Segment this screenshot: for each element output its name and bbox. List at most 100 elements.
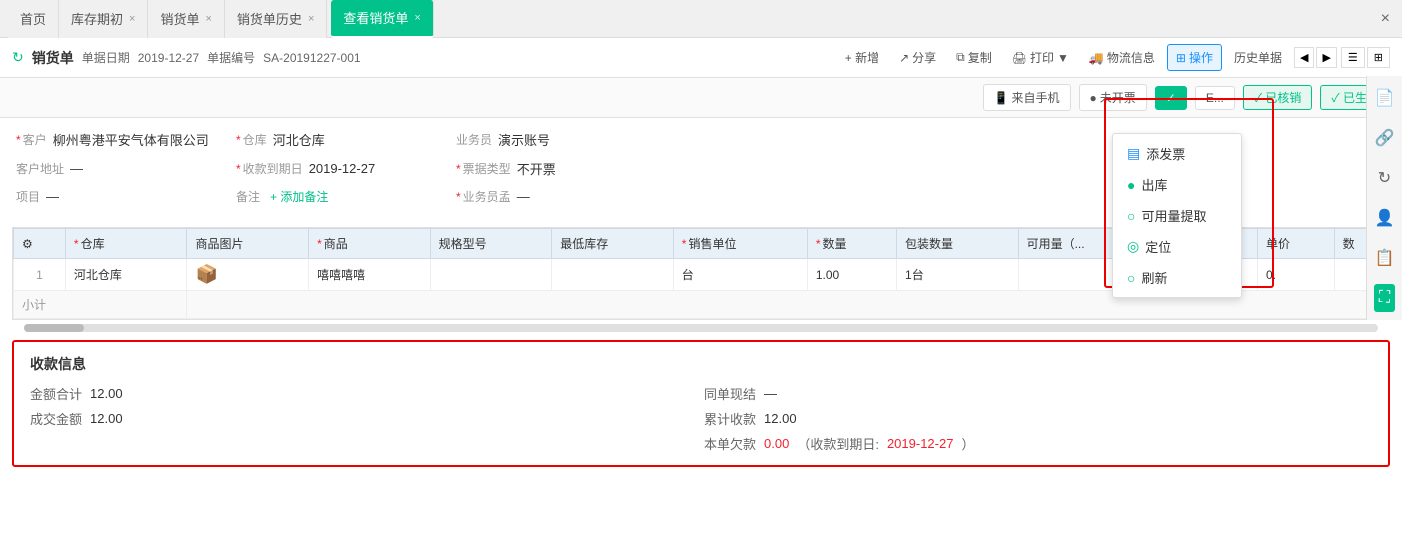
sidebar-user-icon[interactable]: 👤 xyxy=(1371,204,1399,232)
print-button[interactable]: 🖨 打印 ▼ xyxy=(1004,45,1077,70)
grid-icon: ⊞ xyxy=(1176,51,1186,65)
operate-button[interactable]: ⊞ 操作 xyxy=(1167,44,1222,71)
print-dropdown-icon: ▼ xyxy=(1057,51,1069,65)
ticket-type-field: 票据类型 不开票 xyxy=(456,159,656,178)
from-mobile-btn[interactable]: 📱 来自手机 xyxy=(983,84,1071,111)
menu-item-add-invoice[interactable]: ▤ 添发票 xyxy=(1113,138,1241,169)
row-price: 0. xyxy=(1257,259,1334,291)
dropdown-menu: ▤ 添发票 ● 出库 ○ 可用量提取 ◎ 定位 ○ 刷新 xyxy=(1112,133,1242,298)
total-receipt-value: 12.00 xyxy=(764,411,797,426)
amount-label: 金额合计 xyxy=(30,384,82,403)
next-arrow[interactable]: ▶ xyxy=(1316,47,1336,68)
address-value: — xyxy=(70,161,83,176)
right-sidebar: 📄 🔗 ↻ 👤 📋 ⛶ xyxy=(1366,76,1402,320)
sidebar-doc-icon[interactable]: 📄 xyxy=(1371,84,1399,112)
copy-icon: ⧉ xyxy=(956,50,965,65)
payment-right: 同单现结 — 累计收款 12.00 本单欠款 0.00 （收款到期日: 2019… xyxy=(704,384,1372,453)
share-button[interactable]: ↗ 分享 xyxy=(891,45,944,70)
effective-check-icon: ✓ xyxy=(1331,91,1339,105)
row-image: 📦 xyxy=(187,259,309,291)
cancelled-btn[interactable]: ✓ 已核销 xyxy=(1243,85,1313,110)
same-bill-label: 同单现结 xyxy=(704,384,756,403)
invoice-icon: ▤ xyxy=(1127,145,1140,162)
new-button[interactable]: + 新增 xyxy=(837,45,887,70)
copy-button[interactable]: ⧉ 复制 xyxy=(948,45,1000,70)
add-invoice-label: 添发票 xyxy=(1146,144,1185,163)
tab-home[interactable]: 首页 xyxy=(8,0,59,38)
row-qty: 1.00 xyxy=(807,259,896,291)
content-area: ↻ 销货单 单据日期 2019-12-27 单据编号 SA-20191227-0… xyxy=(0,38,1402,533)
staff-label: 业务员 xyxy=(456,131,492,148)
menu-item-locate[interactable]: ◎ 定位 xyxy=(1113,231,1241,262)
not-open-btn[interactable]: ● 未开票 xyxy=(1079,84,1147,111)
same-bill-value: — xyxy=(764,386,777,401)
tab-sales[interactable]: 销货单 × xyxy=(148,0,224,38)
doc-info: ↻ 销货单 单据日期 2019-12-27 单据编号 SA-20191227-0… xyxy=(12,48,833,68)
nav-arrows: ◀ ▶ xyxy=(1294,47,1337,68)
locate-label: 定位 xyxy=(1145,237,1171,256)
staff-field: 业务员 演示账号 xyxy=(456,130,656,149)
view-buttons: ☰ ⊞ xyxy=(1341,47,1390,68)
deal-amount-row: 成交金额 12.00 xyxy=(30,409,698,428)
warehouse-label: 仓库 xyxy=(236,131,267,148)
list-view-btn[interactable]: ☰ xyxy=(1341,47,1365,68)
menu-item-refresh[interactable]: ○ 刷新 xyxy=(1113,262,1241,293)
doc-date-label: 单据日期 xyxy=(82,49,130,66)
doc-date-value: 2019-12-27 xyxy=(138,51,199,65)
sidebar-expand-icon[interactable]: ⛶ xyxy=(1374,284,1395,312)
customer-value: 柳州粤港平安气体有限公司 xyxy=(53,130,209,149)
out-stock-icon: ● xyxy=(1127,177,1135,193)
col-min-stock: 最低库存 xyxy=(552,229,674,259)
close-window-icon[interactable]: × xyxy=(1381,10,1390,28)
available-label: 可用量提取 xyxy=(1141,206,1206,225)
row-warehouse: 河北仓库 xyxy=(65,259,187,291)
logistics-button[interactable]: 🚚 物流信息 xyxy=(1081,45,1163,70)
tab-bar: 首页 库存期初 × 销货单 × 销货单历史 × 查看销货单 × × xyxy=(0,0,1402,38)
row-unit: 台 xyxy=(673,259,807,291)
prev-arrow[interactable]: ◀ xyxy=(1294,47,1314,68)
remark-label: 备注 xyxy=(236,188,260,205)
salesperson-field: 业务员孟 — xyxy=(456,188,656,205)
main-toolbar: ↻ 销货单 单据日期 2019-12-27 单据编号 SA-20191227-0… xyxy=(0,38,1402,78)
due-close: ） xyxy=(961,434,974,453)
mobile-icon: 📱 xyxy=(994,91,1009,105)
sidebar-clipboard-icon[interactable]: 📋 xyxy=(1371,244,1399,272)
locate-icon: ◎ xyxy=(1127,238,1139,255)
tab-view-sales[interactable]: 查看销货单 × xyxy=(331,0,433,38)
close-tab-inventory[interactable]: × xyxy=(129,13,135,25)
deal-amount-label: 成交金额 xyxy=(30,409,82,428)
amount-value: 12.00 xyxy=(90,386,123,401)
truck-icon: 🚚 xyxy=(1089,51,1104,65)
sidebar-refresh-icon[interactable]: ↻ xyxy=(1374,164,1395,192)
project-label: 项目 xyxy=(16,188,40,205)
close-tab-sales[interactable]: × xyxy=(205,13,211,25)
scrollbar-area[interactable] xyxy=(12,324,1390,332)
close-tab-sales-history[interactable]: × xyxy=(308,13,314,25)
check-btn[interactable]: ✓ xyxy=(1155,86,1187,110)
menu-item-out-stock[interactable]: ● 出库 xyxy=(1113,169,1241,200)
col-price: 单价 xyxy=(1257,229,1334,259)
ticket-icon: ● xyxy=(1090,91,1097,105)
tab-inventory[interactable]: 库存期初 × xyxy=(59,0,148,38)
tab-sales-history[interactable]: 销货单历史 × xyxy=(225,0,327,38)
col-product: 商品 xyxy=(309,229,431,259)
amount-row: 金额合计 12.00 xyxy=(30,384,698,403)
col-unit: 销售单位 xyxy=(673,229,807,259)
ticket-type-value: 不开票 xyxy=(517,159,556,178)
due-value: 0.00 xyxy=(764,436,789,451)
close-tab-view-sales[interactable]: × xyxy=(414,12,420,24)
col-gear: ⚙ xyxy=(14,229,66,259)
payment-info-title: 收款信息 xyxy=(30,354,1372,374)
add-remark-btn[interactable]: + 添加备注 xyxy=(266,188,332,205)
payment-info-grid: 金额合计 12.00 成交金额 12.00 同单现结 — 累计收款 12.00 xyxy=(30,384,1372,453)
grid-view-btn[interactable]: ⊞ xyxy=(1367,47,1390,68)
sidebar-link-icon[interactable]: 🔗 xyxy=(1371,124,1399,152)
doc-no-label: 单据编号 xyxy=(207,49,255,66)
menu-item-available[interactable]: ○ 可用量提取 xyxy=(1113,200,1241,231)
history-button[interactable]: 历史单据 xyxy=(1226,45,1290,70)
check2-btn[interactable]: E... xyxy=(1195,86,1235,110)
due-row: 本单欠款 0.00 （收款到期日: 2019-12-27 ） xyxy=(704,434,1372,453)
check-circle-icon: ✓ xyxy=(1254,91,1262,105)
payment-date-field: 收款到期日 2019-12-27 xyxy=(236,160,436,177)
customer-field: 客户 柳州粤港平安气体有限公司 xyxy=(16,130,216,149)
